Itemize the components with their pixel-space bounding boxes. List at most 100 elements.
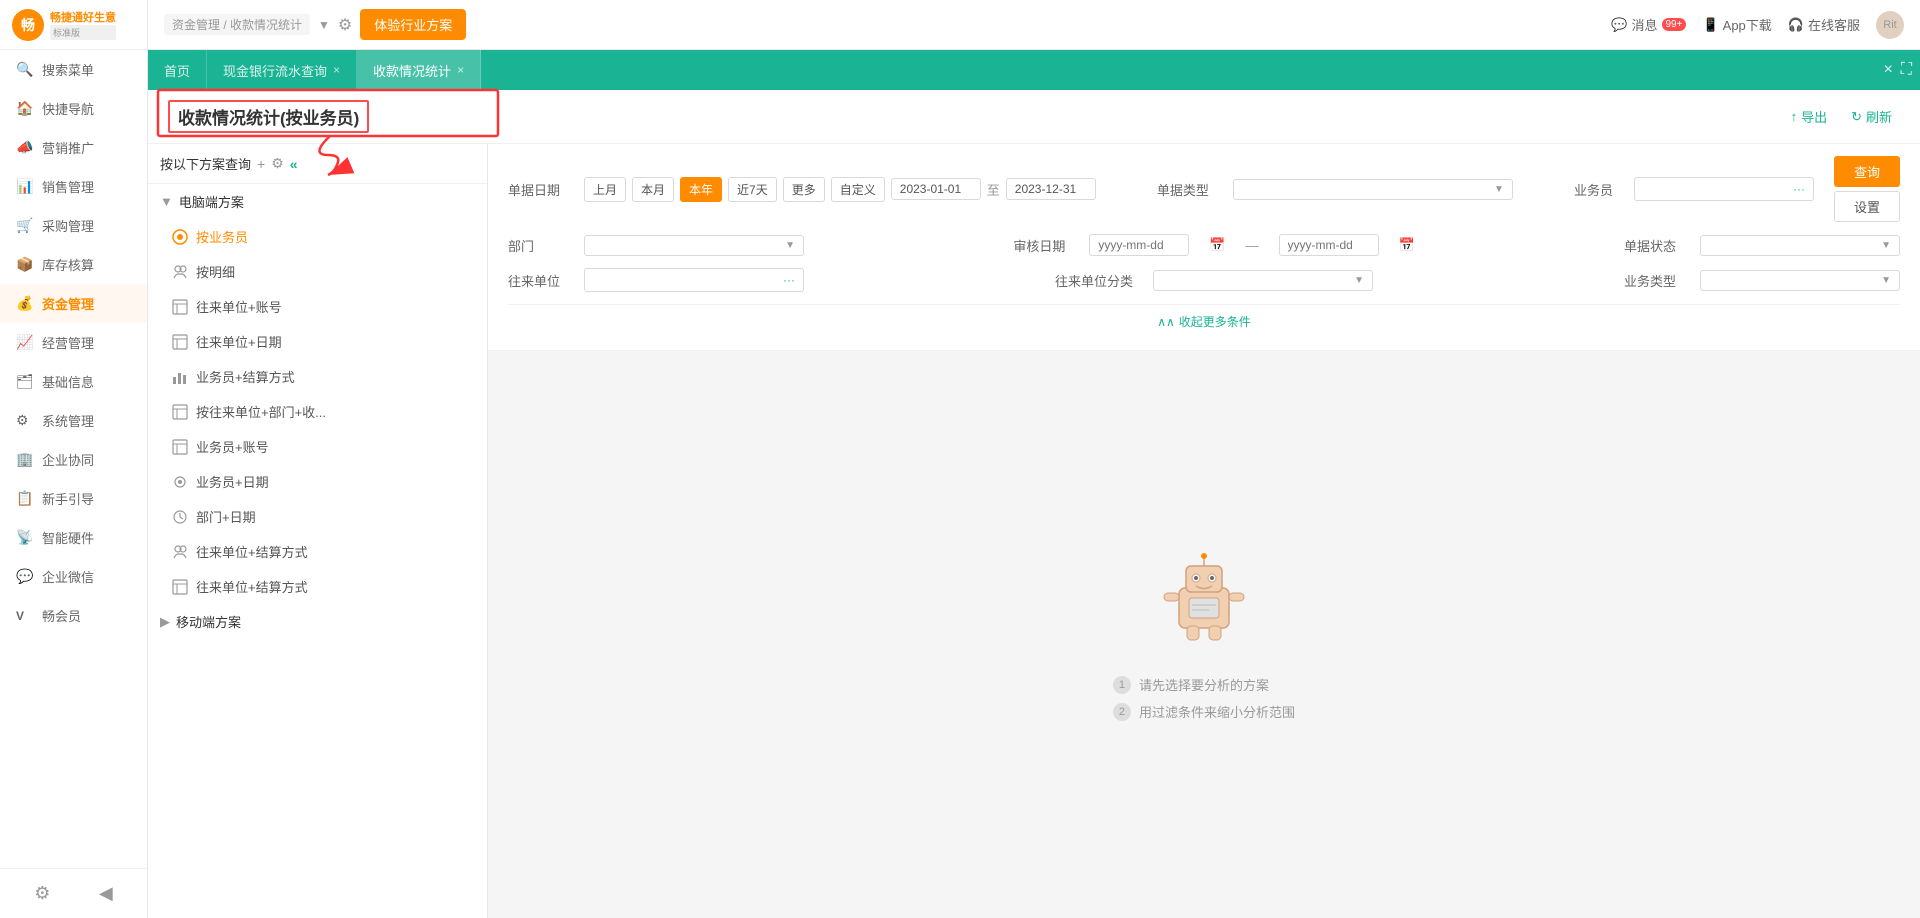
settings-button[interactable]: 设置 (1834, 191, 1900, 222)
date-range-sep: 至 (987, 180, 1000, 199)
scheme-group-desktop-header[interactable]: ▼ 电脑端方案 (148, 184, 487, 219)
date-start-input[interactable] (891, 178, 981, 200)
export-button[interactable]: ↑ 导出 (1783, 103, 1836, 130)
sidebar-settings-icon[interactable]: ⚙ (30, 879, 54, 908)
salesperson-label: 业务员 (1574, 180, 1614, 199)
export-label: 导出 (1801, 107, 1827, 126)
filter-row-1: 单据日期 上月 本月 本年 近7天 更多 自定义 至 (508, 156, 1900, 222)
online-service-button[interactable]: 🎧 在线客服 (1788, 15, 1860, 34)
scheme-add-icon[interactable]: + (257, 156, 265, 172)
doc-status-select[interactable]: ▼ (1700, 235, 1900, 256)
partner-more-icon[interactable]: ··· (783, 273, 795, 287)
partner-select[interactable]: ··· (584, 268, 804, 292)
dept-label: 部门 (508, 236, 564, 255)
tab-receipt-stats-close[interactable]: × (457, 63, 464, 77)
sidebar-item-operations[interactable]: 📈 经营管理 (0, 323, 147, 362)
collapse-icon: ∧∧ (1157, 315, 1175, 329)
window-maximize-icon[interactable]: ⛶ (1901, 61, 1912, 79)
scheme-item-salesperson-account[interactable]: 业务员+账号 (148, 429, 487, 464)
sidebar-item-enterprise[interactable]: 🏢 企业协同 (0, 440, 147, 479)
calendar-end-icon[interactable]: 📅 (1399, 237, 1415, 253)
table2-icon (172, 579, 188, 595)
sidebar-item-purchase[interactable]: 🛒 采购管理 (0, 206, 147, 245)
sidebar-item-basic[interactable]: 🗂 基础信息 (0, 362, 147, 401)
sidebar-collapse-icon[interactable]: ◀‍ (95, 879, 117, 908)
date-btn-more[interactable]: 更多 (783, 177, 825, 202)
messages-button[interactable]: 💬 消息 99+ (1611, 15, 1686, 34)
scheme-item-salesperson-settle[interactable]: 业务员+结算方式 (148, 359, 487, 394)
tab-home-label: 首页 (164, 61, 190, 80)
date-btn-this-month[interactable]: 本月 (632, 177, 674, 202)
sidebar-item-finance[interactable]: 💰 资金管理 (0, 284, 147, 323)
scheme-item-partner-date[interactable]: 往来单位+日期 (148, 324, 487, 359)
sidebar-item-marketing[interactable]: 📣 营销推广 (0, 128, 147, 167)
doc-status-chevron: ▼ (1881, 240, 1891, 251)
sidebar-item-hardware[interactable]: 📡 智能硬件 (0, 518, 147, 557)
partner-account-icon (172, 299, 188, 315)
app-download-label: App下载 (1723, 15, 1772, 34)
date-btn-custom[interactable]: 自定义 (831, 177, 885, 202)
page-title: 收款情况统计(按业务员) (168, 100, 369, 133)
logo-badge: 标准版 (50, 25, 116, 40)
tab-home[interactable]: 首页 (148, 50, 207, 90)
partner-label: 往来单位 (508, 271, 564, 290)
scheme-collapse-icon[interactable]: « (290, 156, 298, 172)
dept-select[interactable]: ▼ (584, 235, 804, 256)
date-btn-this-year[interactable]: 本年 (680, 177, 722, 202)
biz-type-select[interactable]: ▼ (1700, 270, 1900, 291)
scheme-item-partner-settle1[interactable]: 往来单位+结算方式 (148, 534, 487, 569)
sidebar-item-system[interactable]: ⚙ 系统管理 (0, 401, 147, 440)
scheme-item-label: 业务员+账号 (196, 437, 269, 456)
refresh-button[interactable]: ↻ 刷新 (1843, 103, 1900, 130)
header-settings-icon[interactable]: ⚙ (338, 15, 352, 35)
scheme-item-partner-account[interactable]: 往来单位+账号 (148, 289, 487, 324)
export-icon: ↑ (1791, 109, 1798, 124)
scheme-item-salesperson-date[interactable]: 业务员+日期 (148, 464, 487, 499)
window-close-icon[interactable]: × (1883, 61, 1892, 79)
scheme-item-partner-settle2[interactable]: 往来单位+结算方式 (148, 569, 487, 604)
sidebar-item-wechat[interactable]: 💬 企业微信 (0, 557, 147, 596)
sidebar-item-inventory[interactable]: 📦 库存核算 (0, 245, 147, 284)
scheme-item-by-salesperson[interactable]: 按业务员 (148, 219, 487, 254)
calendar-start-icon[interactable]: 📅 (1209, 237, 1225, 253)
sidebar-item-sales[interactable]: 📊 销售管理 (0, 167, 147, 206)
tab-bank-flow-close[interactable]: × (333, 63, 340, 77)
scheme-item-by-detail[interactable]: 按明细 (148, 254, 487, 289)
query-button[interactable]: 查询 (1834, 156, 1900, 187)
sidebar-item-quicknav[interactable]: 🏠 快捷导航 (0, 89, 147, 128)
filter-row-2: 部门 ▼ 审核日期 📅 — 📅 单据状态 (508, 234, 1900, 256)
partner-category-select[interactable]: ▼ (1153, 270, 1373, 291)
people-icon (172, 544, 188, 560)
trial-button[interactable]: 体验行业方案 (360, 9, 466, 40)
page-header: 收款情况统计(按业务员) ↑ 导出 ↻ 刷新 (148, 90, 1920, 144)
sidebar-item-label: 经营管理 (42, 333, 94, 352)
app-download-button[interactable]: 📱 App下载 (1702, 15, 1771, 34)
review-date-start-input[interactable] (1089, 234, 1189, 256)
partner-category-label: 往来单位分类 (1055, 271, 1133, 290)
collapse-bar[interactable]: ∧∧ 收起更多条件 (508, 304, 1900, 338)
sidebar-item-member[interactable]: V 畅会员 (0, 596, 147, 635)
date-btn-7days[interactable]: 近7天 (728, 177, 777, 202)
salesperson-scheme-icon (172, 229, 188, 245)
doc-type-select[interactable]: ▼ (1233, 179, 1513, 200)
salesperson-more-icon[interactable]: ··· (1793, 182, 1805, 196)
sidebar-item-search[interactable]: 🔍 搜索菜单 (0, 50, 147, 89)
scheme-item-dept-date[interactable]: 部门+日期 (148, 499, 487, 534)
biz-type-chevron: ▼ (1881, 275, 1891, 286)
review-date-end-input[interactable] (1279, 234, 1379, 256)
sidebar-item-guide[interactable]: 📋 新手引导 (0, 479, 147, 518)
scheme-item-partner-dept-receive[interactable]: 按往来单位+部门+收... (148, 394, 487, 429)
scheme-group-desktop: ▼ 电脑端方案 按业务员 (148, 184, 487, 604)
salesperson-select[interactable]: ··· (1634, 177, 1814, 201)
app-icon: 📱 (1702, 17, 1718, 33)
collapse-label: 收起更多条件 (1179, 313, 1251, 330)
scheme-settings-icon[interactable]: ⚙ (271, 155, 284, 172)
date-btn-last-month[interactable]: 上月 (584, 177, 626, 202)
breadcrumb-dropdown-icon[interactable]: ▼ (318, 18, 330, 32)
tab-receipt-stats[interactable]: 收款情况统计 × (357, 50, 481, 90)
date-end-input[interactable] (1006, 178, 1096, 200)
tab-bank-flow[interactable]: 现金银行流水查询 × (207, 50, 357, 90)
user-avatar[interactable]: Rit (1876, 11, 1904, 39)
member-icon: V (16, 609, 34, 623)
scheme-group-mobile-header[interactable]: ▶ 移动端方案 (148, 604, 487, 639)
